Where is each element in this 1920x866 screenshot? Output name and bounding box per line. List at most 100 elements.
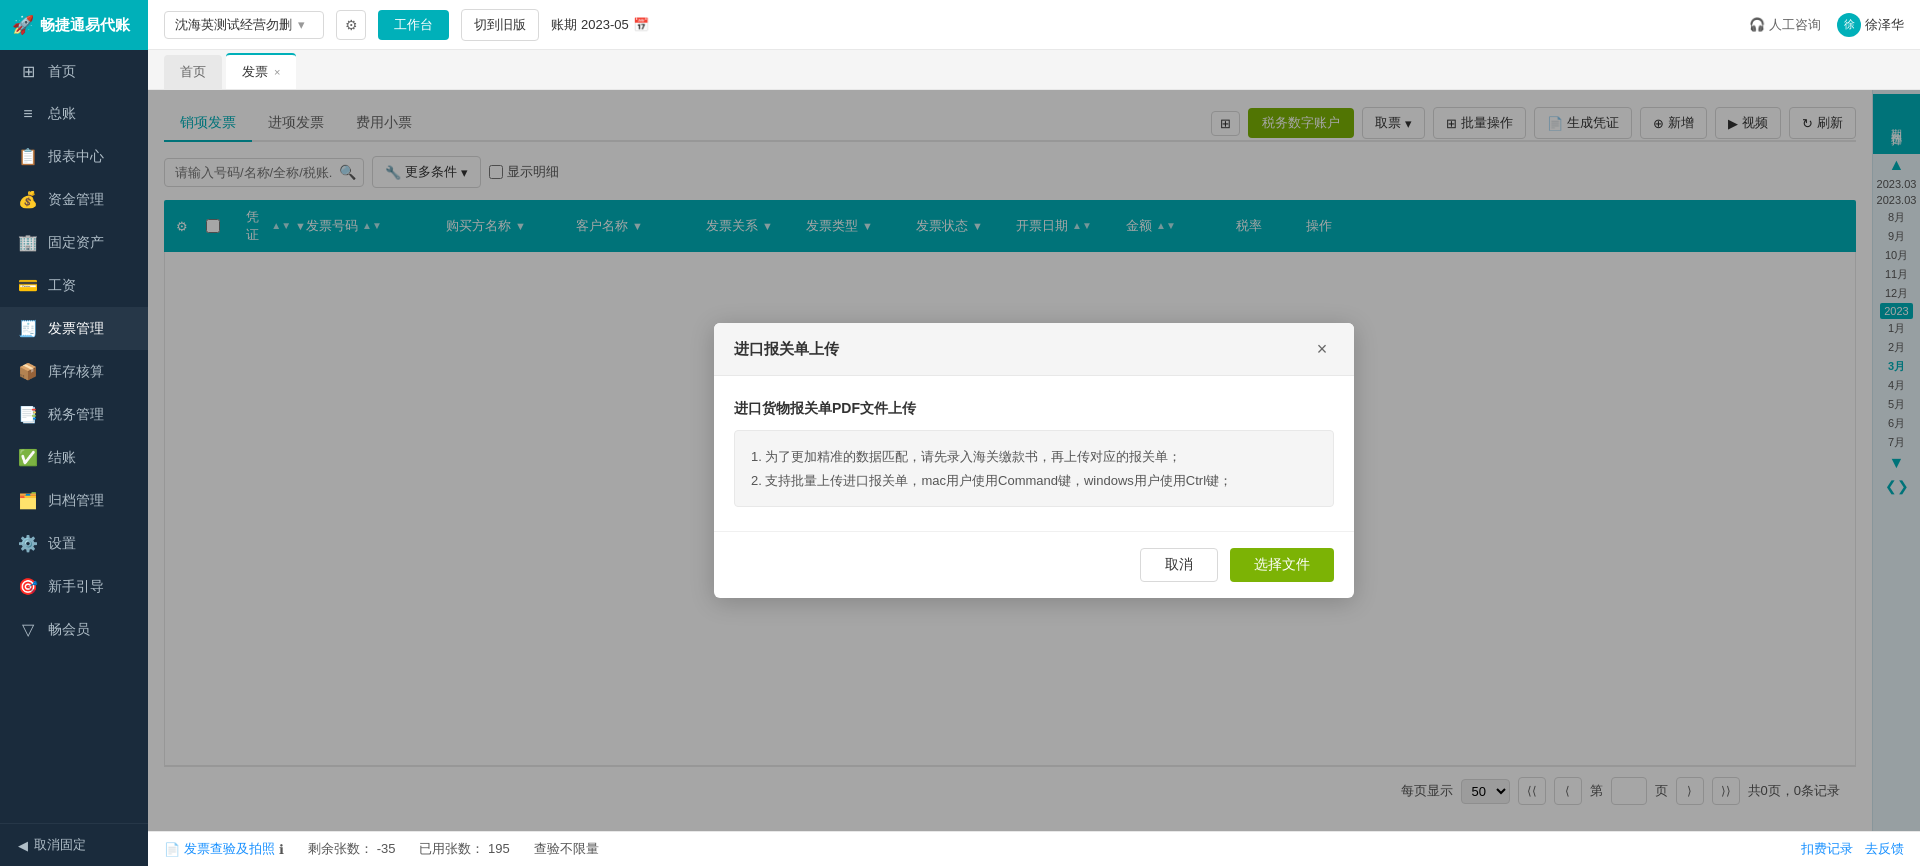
funds-icon: 💰 (18, 190, 38, 209)
top-header: 沈海英测试经营勿删 ▾ ⚙ 工作台 切到旧版 账期 2023-05 📅 🎧 人工… (148, 0, 1920, 50)
assets-icon: 🏢 (18, 233, 38, 252)
dialog-header: 进口报关单上传 × (714, 323, 1354, 376)
headset-icon: 🎧 (1749, 17, 1765, 32)
sidebar-item-inventory[interactable]: 📦 库存核算 (0, 350, 148, 393)
sidebar-item-home[interactable]: ⊞ 首页 (0, 50, 148, 93)
sidebar-item-invoices[interactable]: 🧾 发票管理 (0, 307, 148, 350)
sidebar-footer-unpin[interactable]: ◀ 取消固定 (0, 823, 148, 866)
check-label[interactable]: 发票查验及拍照 (184, 840, 275, 858)
workspace-button[interactable]: 工作台 (378, 10, 449, 40)
dialog-title: 进口报关单上传 (734, 340, 839, 359)
dialog-info-item-2: 2. 支持批量上传进口报关单，mac用户使用Command键，windows用户… (751, 469, 1317, 492)
sidebar-item-label: 畅会员 (48, 621, 90, 639)
sidebar-item-archive[interactable]: 🗂️ 归档管理 (0, 479, 148, 522)
help-button[interactable]: 🎧 人工咨询 (1749, 16, 1821, 34)
avatar: 徐 (1837, 13, 1861, 37)
sidebar-item-label: 工资 (48, 277, 76, 295)
chevron-down-icon: ▾ (298, 17, 305, 32)
app-name: 畅捷通易代账 (40, 16, 130, 35)
company-name: 沈海英测试经营勿删 (175, 16, 292, 34)
sidebar-item-label: 资金管理 (48, 191, 104, 209)
info-icon: ℹ (279, 842, 284, 857)
tax-icon: 📑 (18, 405, 38, 424)
sidebar-item-reports[interactable]: 📋 报表中心 (0, 135, 148, 178)
sidebar-item-label: 发票管理 (48, 320, 104, 338)
dialog-overlay: 进口报关单上传 × 进口货物报关单PDF文件上传 1. 为了更加精准的数据匹配，… (148, 90, 1920, 831)
footer-invoice-check: 📄 发票查验及拍照 ℹ (164, 840, 284, 858)
sidebar-item-settings[interactable]: ⚙️ 设置 (0, 522, 148, 565)
vip-icon: ▽ (18, 620, 38, 639)
tab-invoices-label: 发票 (242, 63, 268, 81)
user-info[interactable]: 徐 徐泽华 (1837, 13, 1904, 37)
query-label: 查验不限量 (534, 840, 599, 858)
sidebar-item-label: 归档管理 (48, 492, 104, 510)
user-name: 徐泽华 (1865, 16, 1904, 34)
tab-close-icon[interactable]: × (274, 66, 280, 78)
sidebar-item-label: 总账 (48, 105, 76, 123)
guide-icon: 🎯 (18, 577, 38, 596)
sidebar-item-label: 结账 (48, 449, 76, 467)
main-content: 沈海英测试经营勿删 ▾ ⚙ 工作台 切到旧版 账期 2023-05 📅 🎧 人工… (148, 0, 1920, 866)
period-value: 2023-05 (581, 17, 629, 32)
sidebar-item-tax[interactable]: 📑 税务管理 (0, 393, 148, 436)
sidebar: 🚀 畅捷通易代账 ⊞ 首页 ≡ 总账 📋 报表中心 💰 资金管理 🏢 固定资产 … (0, 0, 148, 866)
logo-icon: 🚀 (12, 14, 34, 36)
recharge-link[interactable]: 扣费记录 (1801, 840, 1853, 858)
remaining-label: 剩余张数： -35 (308, 840, 395, 858)
dialog-info-box: 1. 为了更加精准的数据匹配，请先录入海关缴款书，再上传对应的报关单； 2. 支… (734, 430, 1334, 507)
sidebar-nav: ⊞ 首页 ≡ 总账 📋 报表中心 💰 资金管理 🏢 固定资产 💳 工资 🧾 发票… (0, 50, 148, 823)
invoices-icon: 🧾 (18, 319, 38, 338)
period-display: 账期 2023-05 📅 (551, 16, 649, 34)
feedback-link[interactable]: 去反馈 (1865, 840, 1904, 858)
help-label: 人工咨询 (1769, 16, 1821, 34)
calendar-icon[interactable]: 📅 (633, 17, 649, 32)
home-icon: ⊞ (18, 62, 38, 81)
sidebar-footer-label: 取消固定 (34, 836, 86, 854)
dialog-body: 进口货物报关单PDF文件上传 1. 为了更加精准的数据匹配，请先录入海关缴款书，… (714, 376, 1354, 531)
sidebar-item-label: 固定资产 (48, 234, 104, 252)
tab-home[interactable]: 首页 (164, 55, 222, 89)
dialog-info-item-1: 1. 为了更加精准的数据匹配，请先录入海关缴款书，再上传对应的报关单； (751, 445, 1317, 468)
sidebar-item-ledger[interactable]: ≡ 总账 (0, 93, 148, 135)
settings-icon: ⚙️ (18, 534, 38, 553)
sidebar-item-label: 库存核算 (48, 363, 104, 381)
pin-icon: ◀ (18, 838, 28, 853)
tab-bar: 首页 发票 × (148, 50, 1920, 90)
sidebar-item-label: 报表中心 (48, 148, 104, 166)
sidebar-item-label: 首页 (48, 63, 76, 81)
sidebar-item-guide[interactable]: 🎯 新手引导 (0, 565, 148, 608)
sidebar-item-salary[interactable]: 💳 工资 (0, 264, 148, 307)
archive-icon: 🗂️ (18, 491, 38, 510)
sidebar-item-label: 新手引导 (48, 578, 104, 596)
footer-bar: 📄 发票查验及拍照 ℹ 剩余张数： -35 已用张数： 195 查验不限量 扣费… (148, 831, 1920, 866)
tab-invoices[interactable]: 发票 × (226, 53, 296, 89)
settlement-icon: ✅ (18, 448, 38, 467)
tab-home-label: 首页 (180, 63, 206, 81)
footer-right: 扣费记录 去反馈 (1801, 840, 1904, 858)
import-customs-dialog: 进口报关单上传 × 进口货物报关单PDF文件上传 1. 为了更加精准的数据匹配，… (714, 323, 1354, 598)
dialog-close-button[interactable]: × (1310, 337, 1334, 361)
sidebar-item-assets[interactable]: 🏢 固定资产 (0, 221, 148, 264)
dialog-footer: 取消 选择文件 (714, 531, 1354, 598)
dialog-upload-title: 进口货物报关单PDF文件上传 (734, 400, 1334, 418)
page-content: 销项发票 进项发票 费用小票 ⊞ 税务数字账户 取票 ▾ ⊞ (148, 90, 1920, 831)
check-icon: 📄 (164, 842, 180, 857)
company-settings-icon[interactable]: ⚙ (336, 10, 366, 40)
company-select[interactable]: 沈海英测试经营勿删 ▾ (164, 11, 324, 39)
sidebar-item-vip[interactable]: ▽ 畅会员 (0, 608, 148, 651)
sidebar-item-label: 设置 (48, 535, 76, 553)
app-logo: 🚀 畅捷通易代账 (0, 0, 148, 50)
sidebar-item-label: 税务管理 (48, 406, 104, 424)
sidebar-item-funds[interactable]: 💰 资金管理 (0, 178, 148, 221)
sidebar-item-settlement[interactable]: ✅ 结账 (0, 436, 148, 479)
inventory-icon: 📦 (18, 362, 38, 381)
select-file-button[interactable]: 选择文件 (1230, 548, 1334, 582)
header-right: 🎧 人工咨询 徐 徐泽华 (1749, 13, 1904, 37)
period-label: 账期 (551, 16, 577, 34)
cancel-button[interactable]: 取消 (1140, 548, 1218, 582)
switch-old-version-button[interactable]: 切到旧版 (461, 9, 539, 41)
ledger-icon: ≡ (18, 105, 38, 123)
reports-icon: 📋 (18, 147, 38, 166)
salary-icon: 💳 (18, 276, 38, 295)
used-label: 已用张数： 195 (419, 840, 509, 858)
